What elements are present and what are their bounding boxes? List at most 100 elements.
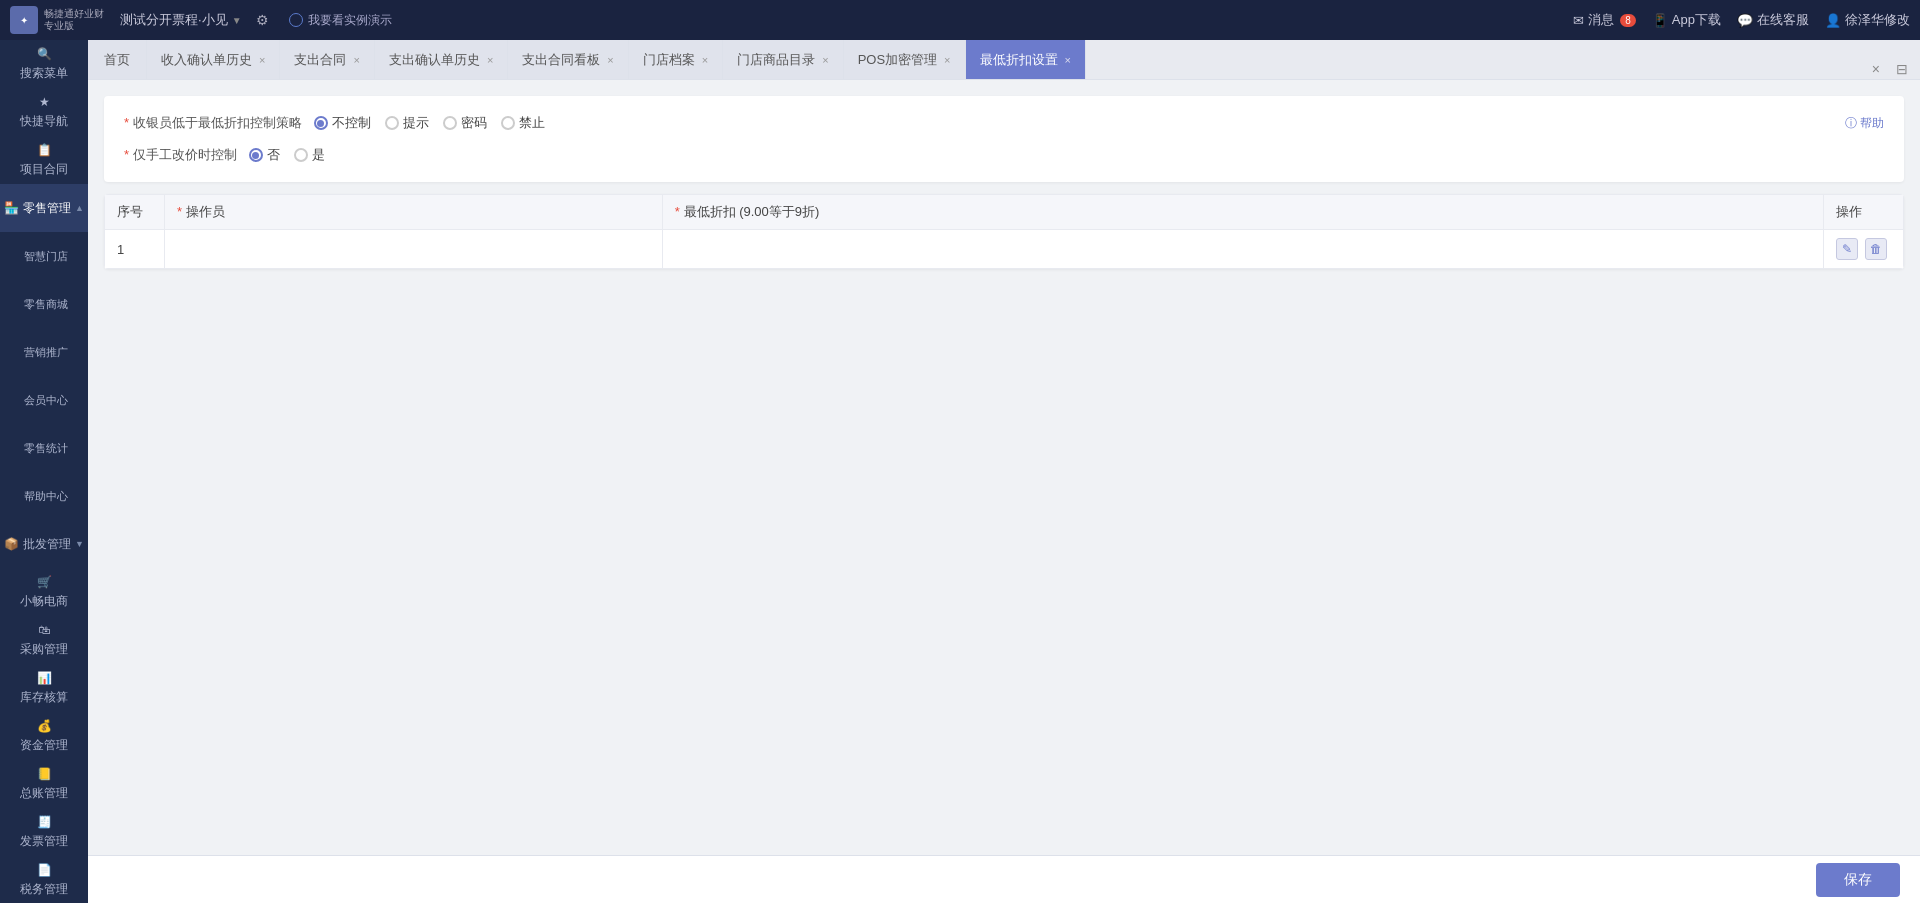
form-row-strategy: 收银员低于最低折扣控制策略 不控制 提示 密码: [124, 114, 1884, 132]
tab-home[interactable]: 首页: [88, 40, 147, 79]
sidebar-label-purchase: 采购管理: [20, 641, 68, 658]
sidebar-item-smart-store[interactable]: 智慧门店: [0, 232, 88, 280]
strategy-label-no-control: 不控制: [332, 114, 371, 132]
sidebar-item-project[interactable]: 📋 项目合同: [0, 136, 88, 184]
strategy-radio-no-control: [314, 116, 328, 130]
tab-payment-contract-close[interactable]: ×: [353, 54, 359, 66]
tab-store-products[interactable]: 门店商品目录 ×: [723, 40, 843, 79]
sidebar-item-purchase[interactable]: 🛍 采购管理: [0, 616, 88, 664]
strategy-option-forbidden[interactable]: 禁止: [501, 114, 545, 132]
purchase-icon: 🛍: [38, 623, 50, 637]
tab-payment-confirm[interactable]: 支出确认单历史 ×: [375, 40, 508, 79]
sidebar-item-retail-mall[interactable]: 零售商城: [0, 280, 88, 328]
col-min-discount: 最低折扣 (9.00等于9折): [662, 195, 1823, 230]
sidebar-label-help: 帮助中心: [24, 489, 68, 504]
sidebar-label-marketing: 营销推广: [24, 345, 68, 360]
tab-store-products-label: 门店商品目录: [737, 51, 815, 69]
col-operator: 操作员: [165, 195, 663, 230]
tab-pos-password[interactable]: POS加密管理 ×: [844, 40, 966, 79]
strategy-label-password: 密码: [461, 114, 487, 132]
online-service-button[interactable]: 💬 在线客服: [1737, 11, 1809, 29]
bottom-bar: 保存: [88, 855, 1920, 903]
manual-label-no: 否: [267, 146, 280, 164]
app-download-button[interactable]: 📱 App下载: [1652, 11, 1721, 29]
sidebar-label-search: 搜索菜单: [20, 65, 68, 82]
app-logo: ✦ 畅捷通好业财 专业版: [10, 6, 104, 34]
sidebar-label-inventory: 库存核算: [20, 689, 68, 706]
user-avatar-icon: 👤: [1825, 13, 1841, 28]
topbar-right: ✉ 消息 8 📱 App下载 💬 在线客服 👤 徐泽华修改: [1573, 11, 1910, 29]
tab-payment-board-close[interactable]: ×: [607, 54, 613, 66]
sidebar-item-inventory[interactable]: 📊 库存核算: [0, 664, 88, 712]
tab-pos-password-close[interactable]: ×: [944, 54, 950, 66]
sidebar-item-tax[interactable]: 📄 税务管理: [0, 856, 88, 903]
sidebar-item-ledger[interactable]: 📒 总账管理: [0, 760, 88, 808]
sidebar-item-capital[interactable]: 💰 资金管理: [0, 712, 88, 760]
strategy-option-no-control[interactable]: 不控制: [314, 114, 371, 132]
online-service-label: 在线客服: [1757, 11, 1809, 29]
sidebar-item-shortcut[interactable]: ★ 快捷导航: [0, 88, 88, 136]
project-selector[interactable]: 测试分开票程·小见 ▼: [120, 11, 242, 29]
settings-icon[interactable]: ⚙: [256, 12, 269, 28]
manual-option-yes[interactable]: 是: [294, 146, 325, 164]
strategy-radio-hint: [385, 116, 399, 130]
tab-income-confirm-close[interactable]: ×: [259, 54, 265, 66]
strategy-radio-password: [443, 116, 457, 130]
sidebar-item-ecommerce[interactable]: 🛒 小畅电商: [0, 568, 88, 616]
tab-payment-board-label: 支出合同看板: [522, 51, 600, 69]
tab-store-files-close[interactable]: ×: [702, 54, 708, 66]
tab-store-files[interactable]: 门店档案 ×: [629, 40, 723, 79]
tab-menu-button[interactable]: ⊟: [1892, 59, 1912, 79]
sidebar-label-project: 项目合同: [20, 161, 68, 178]
manual-label: 仅手工改价时控制: [124, 146, 237, 164]
user-profile-button[interactable]: 👤 徐泽华修改: [1825, 11, 1910, 29]
tab-min-discount-close[interactable]: ×: [1065, 54, 1071, 66]
tab-payment-contract[interactable]: 支出合同 ×: [280, 40, 374, 79]
strategy-option-hint[interactable]: 提示: [385, 114, 429, 132]
sidebar-item-search[interactable]: 🔍 搜索菜单: [0, 40, 88, 88]
sidebar-label-ecommerce: 小畅电商: [20, 593, 68, 610]
save-button[interactable]: 保存: [1816, 863, 1900, 897]
sidebar-item-help[interactable]: 帮助中心: [0, 472, 88, 520]
sidebar-label-wholesale: 批发管理: [23, 536, 71, 553]
help-circle-icon: ⓘ: [1845, 115, 1857, 132]
content-area: 首页 收入确认单历史 × 支出合同 × 支出确认单历史 × 支出合同看板 × 门…: [88, 40, 1920, 903]
tab-min-discount[interactable]: 最低折扣设置 ×: [966, 40, 1086, 79]
sidebar-label-shortcut: 快捷导航: [20, 113, 68, 130]
message-button[interactable]: ✉ 消息 8: [1573, 11, 1636, 29]
tab-close-all-button[interactable]: ×: [1868, 59, 1884, 79]
sidebar-item-invoice[interactable]: 🧾 发票管理: [0, 808, 88, 856]
logo-icon: ✦: [10, 6, 38, 34]
manual-option-no[interactable]: 否: [249, 146, 280, 164]
tab-payment-board[interactable]: 支出合同看板 ×: [508, 40, 628, 79]
search-icon: 🔍: [37, 47, 52, 61]
strategy-option-password[interactable]: 密码: [443, 114, 487, 132]
sidebar-item-retail-stats[interactable]: 零售统计: [0, 424, 88, 472]
tab-payment-confirm-close[interactable]: ×: [487, 54, 493, 66]
row-delete-button[interactable]: 🗑: [1865, 238, 1887, 260]
sidebar-item-member[interactable]: 会员中心: [0, 376, 88, 424]
col-seq: 序号: [105, 195, 165, 230]
row-edit-button[interactable]: ✎: [1836, 238, 1858, 260]
tab-payment-confirm-label: 支出确认单历史: [389, 51, 480, 69]
sidebar-label-member: 会员中心: [24, 393, 68, 408]
help-button[interactable]: ⓘ 帮助: [1845, 115, 1884, 132]
manual-radio-group: 否 是: [249, 146, 325, 164]
app-edition: 专业版: [44, 20, 104, 32]
topbar: ✦ 畅捷通好业财 专业版 测试分开票程·小见 ▼ ⚙ 我要看实例演示 ✉ 消息 …: [0, 0, 1920, 40]
tab-store-products-close[interactable]: ×: [822, 54, 828, 66]
strategy-label-forbidden: 禁止: [519, 114, 545, 132]
app-download-label: App下载: [1672, 11, 1721, 29]
sidebar-item-retail[interactable]: 🏪 零售管理 ▲: [0, 184, 88, 232]
cell-operator[interactable]: [165, 230, 663, 269]
tab-pos-password-label: POS加密管理: [858, 51, 937, 69]
tab-income-confirm[interactable]: 收入确认单历史 ×: [147, 40, 280, 79]
inventory-icon: 📊: [37, 671, 52, 685]
project-name: 测试分开票程·小见: [120, 11, 228, 29]
strategy-label-hint: 提示: [403, 114, 429, 132]
sidebar-item-wholesale[interactable]: 📦 批发管理 ▼: [0, 520, 88, 568]
cell-min-discount[interactable]: [662, 230, 1823, 269]
tab-payment-contract-label: 支出合同: [294, 51, 346, 69]
sidebar-item-marketing[interactable]: 营销推广: [0, 328, 88, 376]
demo-button[interactable]: 我要看实例演示: [289, 12, 392, 29]
